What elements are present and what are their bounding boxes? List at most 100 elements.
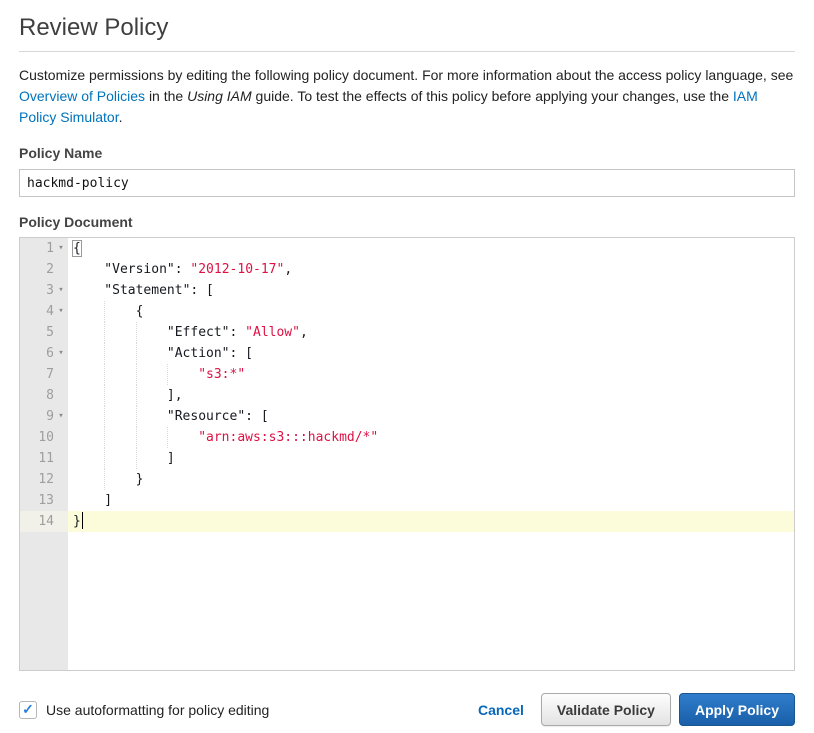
code-token-key: "Action"	[167, 346, 230, 361]
code-token-str: "arn:aws:s3:::hackmd/*"	[198, 430, 378, 445]
code-token-plain: ]	[104, 493, 112, 508]
indent-guide	[104, 406, 135, 427]
fold-caret-icon[interactable]: ▾	[54, 238, 68, 259]
line-number: 1	[46, 238, 54, 259]
fold-caret-icon[interactable]: ▾	[54, 343, 68, 364]
gutter-line-13: 13	[20, 490, 68, 511]
indent-guide	[104, 364, 135, 385]
code-token-plain: :	[175, 262, 191, 277]
editor-line[interactable]: }	[68, 511, 794, 532]
editor-code-area[interactable]: {"Version": "2012-10-17","Statement": [{…	[68, 238, 794, 670]
indent-space	[73, 301, 104, 322]
gutter-line-1: 1▾	[20, 238, 68, 259]
gutter-line-5: 5	[20, 322, 68, 343]
gutter-line-2: 2	[20, 259, 68, 280]
editor-line[interactable]: "Resource": [	[68, 406, 794, 427]
indent-space	[73, 427, 104, 448]
indent-guide	[136, 427, 167, 448]
indent-space	[73, 259, 104, 280]
indent-space	[73, 490, 104, 511]
indent-guide	[104, 343, 135, 364]
gutter-line-6: 6▾	[20, 343, 68, 364]
editor-line[interactable]: "Action": [	[68, 343, 794, 364]
editor-line[interactable]: "Version": "2012-10-17",	[68, 259, 794, 280]
gutter-line-11: 11	[20, 448, 68, 469]
text-cursor	[82, 512, 84, 529]
code-token-plain: }	[136, 472, 144, 487]
validate-policy-button[interactable]: Validate Policy	[541, 693, 671, 726]
fold-caret-icon[interactable]: ▾	[54, 280, 68, 301]
gutter-line-9: 9▾	[20, 406, 68, 427]
editor-gutter: 1▾23▾4▾56▾789▾1011121314	[20, 238, 68, 670]
indent-space	[73, 280, 104, 301]
check-icon: ✓	[22, 702, 34, 716]
editor-line[interactable]: {	[68, 238, 794, 259]
editor-line[interactable]: "arn:aws:s3:::hackmd/*"	[68, 427, 794, 448]
indent-guide	[136, 448, 167, 469]
policy-name-input[interactable]	[19, 169, 795, 197]
gutter-line-4: 4▾	[20, 301, 68, 322]
code-token-key: "Resource"	[167, 409, 245, 424]
indent-space	[73, 469, 104, 490]
fold-caret-icon[interactable]: ▾	[54, 406, 68, 427]
line-number: 5	[46, 322, 54, 343]
code-token-plain: }	[73, 514, 81, 529]
indent-space	[73, 385, 104, 406]
cancel-link[interactable]: Cancel	[478, 702, 524, 718]
indent-guide	[167, 364, 198, 385]
code-token-plain: :	[230, 325, 246, 340]
indent-guide	[104, 448, 135, 469]
apply-policy-button[interactable]: Apply Policy	[679, 693, 795, 726]
policy-name-label: Policy Name	[19, 145, 795, 161]
line-number: 4	[46, 301, 54, 322]
code-token-key: "Statement"	[104, 283, 190, 298]
indent-guide	[136, 343, 167, 364]
line-number: 3	[46, 280, 54, 301]
line-number: 12	[38, 469, 54, 490]
gutter-line-10: 10	[20, 427, 68, 448]
guide-name: Using IAM	[187, 88, 252, 104]
editor-line[interactable]: "Statement": [	[68, 280, 794, 301]
code-token-plain: : [	[245, 409, 268, 424]
description-text-1: Customize permissions by editing the fol…	[19, 67, 793, 83]
indent-guide	[104, 322, 135, 343]
autoformat-label: Use autoformatting for policy editing	[46, 702, 269, 718]
line-number: 13	[38, 490, 54, 511]
code-token-plain: ],	[167, 388, 183, 403]
title-divider	[19, 51, 795, 52]
indent-guide	[136, 364, 167, 385]
indent-guide	[104, 385, 135, 406]
autoformat-option[interactable]: ✓ Use autoformatting for policy editing	[19, 701, 269, 719]
line-number: 8	[46, 385, 54, 406]
code-token-key: "Version"	[104, 262, 174, 277]
indent-space	[73, 448, 104, 469]
editor-line[interactable]: "s3:*"	[68, 364, 794, 385]
indent-space	[73, 343, 104, 364]
editor-line[interactable]: ]	[68, 448, 794, 469]
editor-line[interactable]: ]	[68, 490, 794, 511]
policy-document-editor[interactable]: 1▾23▾4▾56▾789▾1011121314 {"Version": "20…	[19, 237, 795, 671]
indent-space	[73, 406, 104, 427]
footer-actions: Cancel Validate Policy Apply Policy	[478, 693, 795, 726]
autoformat-checkbox[interactable]: ✓	[19, 701, 37, 719]
editor-line[interactable]: {	[68, 301, 794, 322]
line-number: 14	[38, 511, 54, 532]
editor-line[interactable]: }	[68, 469, 794, 490]
footer-bar: ✓ Use autoformatting for policy editing …	[19, 693, 795, 726]
line-number: 11	[38, 448, 54, 469]
code-token-plain: ]	[167, 451, 175, 466]
overview-of-policies-link[interactable]: Overview of Policies	[19, 88, 145, 104]
line-number: 6	[46, 343, 54, 364]
page-title: Review Policy	[19, 14, 795, 42]
indent-guide	[167, 427, 198, 448]
indent-guide	[104, 427, 135, 448]
code-token-str: "s3:*"	[198, 367, 245, 382]
editor-line[interactable]: ],	[68, 385, 794, 406]
fold-caret-icon[interactable]: ▾	[54, 301, 68, 322]
line-number: 10	[38, 427, 54, 448]
indent-guide	[136, 385, 167, 406]
description: Customize permissions by editing the fol…	[19, 65, 795, 128]
review-policy-page: Review Policy Customize permissions by e…	[0, 14, 814, 726]
indent-space	[73, 364, 104, 385]
editor-line[interactable]: "Effect": "Allow",	[68, 322, 794, 343]
